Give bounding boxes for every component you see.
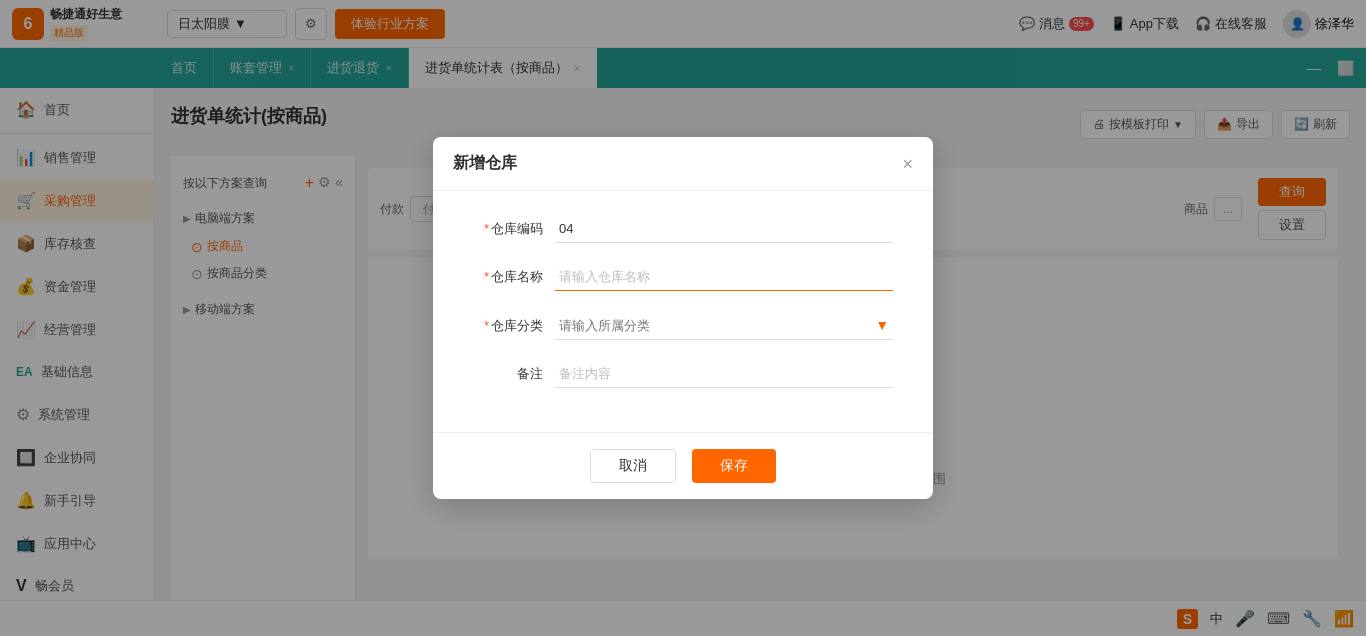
form-row-remark: 备注 (473, 360, 893, 388)
modal-close-icon[interactable]: × (902, 155, 913, 173)
save-button[interactable]: 保存 (692, 449, 776, 483)
name-label: 仓库名称 (473, 268, 543, 286)
category-label: 仓库分类 (473, 317, 543, 335)
form-row-category: 仓库分类 ▼ (473, 311, 893, 340)
category-input[interactable] (559, 318, 875, 333)
form-row-name: 仓库名称 (473, 263, 893, 291)
modal-body: 仓库编码 仓库名称 仓库分类 ▼ 备注 (433, 191, 933, 432)
add-warehouse-modal: 新增仓库 × 仓库编码 仓库名称 仓库分类 ▼ (433, 137, 933, 499)
warehouse-code-input[interactable] (555, 215, 893, 243)
code-label: 仓库编码 (473, 220, 543, 238)
remark-input[interactable] (555, 360, 893, 388)
modal-title: 新增仓库 (453, 153, 517, 174)
modal-overlay[interactable]: 新增仓库 × 仓库编码 仓库名称 仓库分类 ▼ (0, 0, 1366, 636)
remark-label: 备注 (473, 365, 543, 383)
modal-footer: 取消 保存 (433, 432, 933, 499)
warehouse-name-input[interactable] (555, 263, 893, 291)
cancel-button[interactable]: 取消 (590, 449, 676, 483)
category-dropdown-icon[interactable]: ▼ (875, 317, 889, 333)
category-select-wrap: ▼ (555, 311, 893, 340)
modal-header: 新增仓库 × (433, 137, 933, 191)
form-row-code: 仓库编码 (473, 215, 893, 243)
